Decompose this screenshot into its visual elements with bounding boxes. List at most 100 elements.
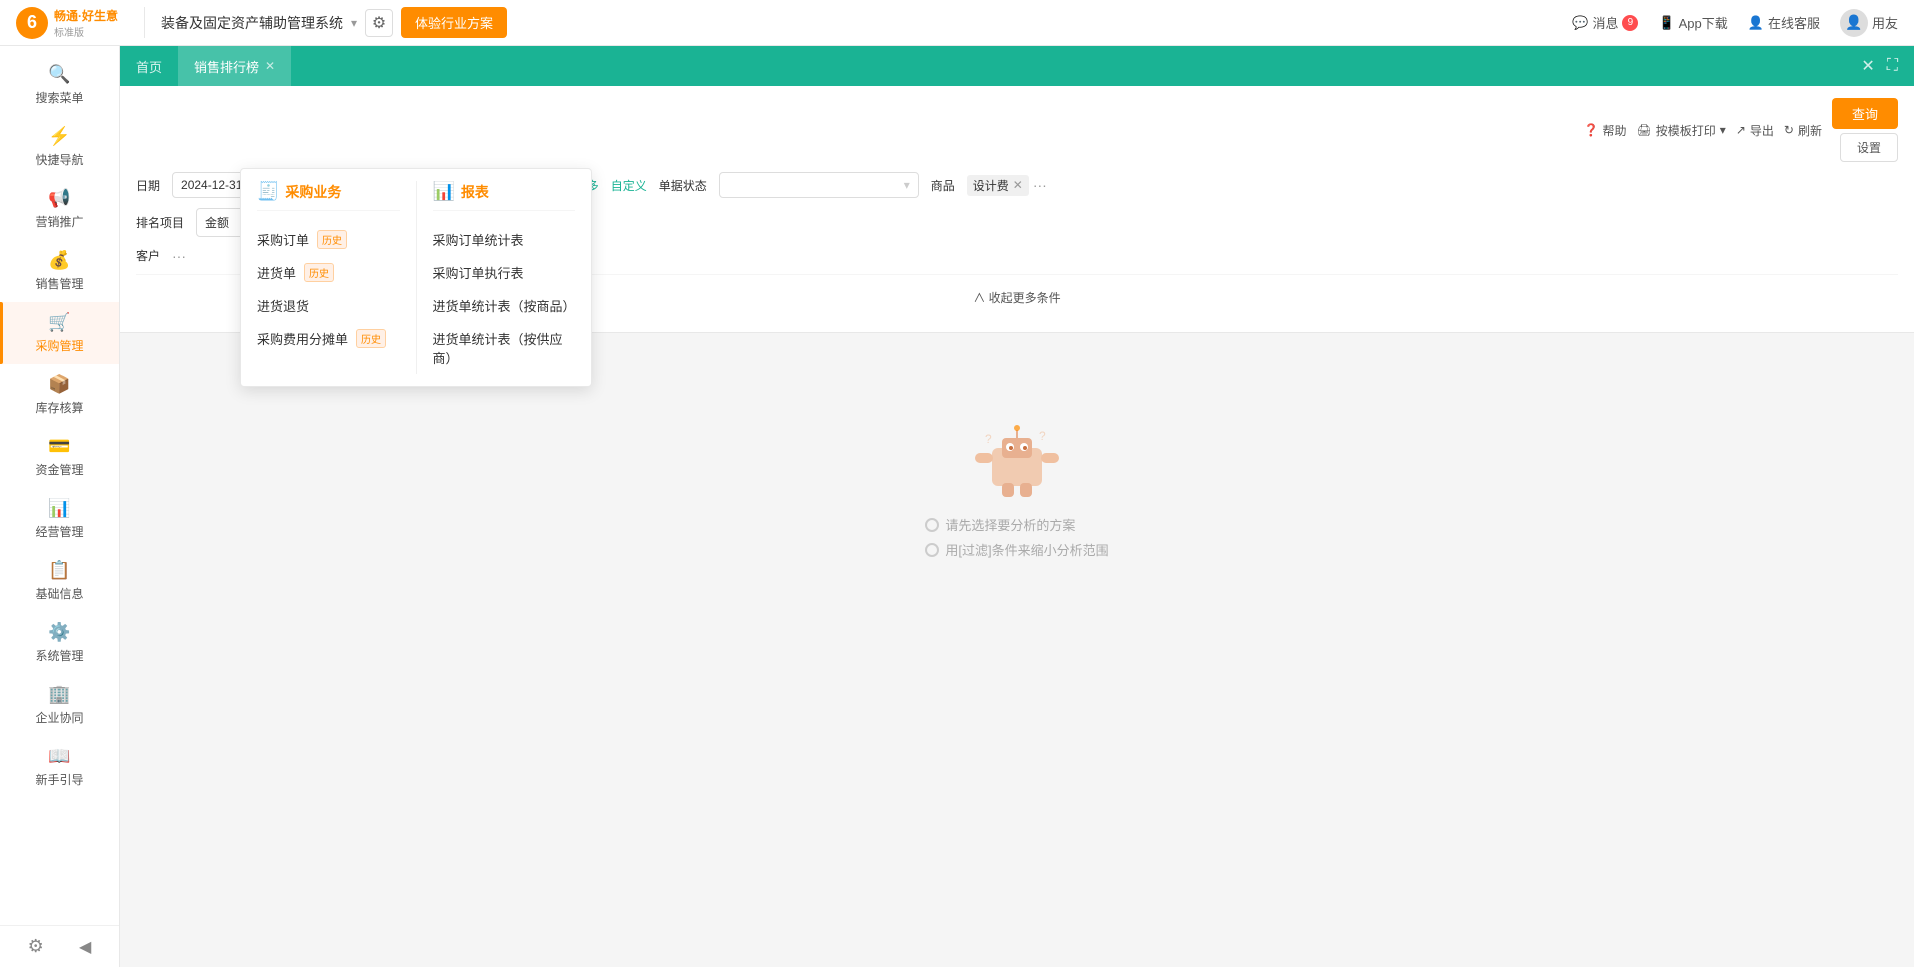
sidebar-item-enterprise[interactable]: 🏢 企业协同 bbox=[0, 674, 119, 736]
history-badge-0: 历史 bbox=[317, 230, 347, 249]
dropdown-item-incoming-stat-goods[interactable]: 进货单统计表（按商品） bbox=[433, 289, 576, 322]
dropdown-item-purchase-expense[interactable]: 采购费用分摊单 历史 bbox=[257, 322, 400, 355]
help-icon: ❓ bbox=[1584, 123, 1599, 137]
help-btn[interactable]: ❓ 帮助 bbox=[1584, 122, 1627, 139]
empty-illustration: ? ? bbox=[957, 413, 1077, 503]
sidebar-item-guide[interactable]: 📖 新手引导 bbox=[0, 736, 119, 798]
guide-icon: 📖 bbox=[48, 746, 70, 767]
tab-bar-close-icon[interactable]: ✕ bbox=[1857, 52, 1878, 80]
tab-bar-right: ✕ ⛶ bbox=[1857, 52, 1914, 80]
message-label: 消息 bbox=[1592, 13, 1618, 32]
empty-hint-1: 请先选择要分析的方案 bbox=[925, 515, 1108, 534]
phone-icon: 📱 bbox=[1658, 15, 1674, 31]
industry-btn[interactable]: 体验行业方案 bbox=[401, 7, 507, 38]
report-col-header: 📊 报表 bbox=[433, 181, 576, 211]
report-col-icon: 📊 bbox=[433, 181, 455, 202]
enterprise-icon: 🏢 bbox=[48, 684, 70, 705]
user-label: 用友 bbox=[1872, 13, 1898, 32]
dropdown-item-incoming-stat-supplier[interactable]: 进货单统计表（按供应商） bbox=[433, 322, 576, 374]
online-service-label: 在线客服 bbox=[1768, 13, 1820, 32]
date-quick-custom[interactable]: 自定义 bbox=[611, 177, 647, 194]
user-avatar: 👤 bbox=[1840, 9, 1868, 37]
purchase-col: 🧾 采购业务 采购订单 历史 进货单 历史 进货退货 bbox=[241, 181, 416, 374]
page-content: ❓ 帮助 🖨 按模板打印 ▾ ↗ 导出 ↻ 刷新 bbox=[120, 86, 1914, 967]
print-dropdown-icon: ▾ bbox=[1720, 123, 1726, 137]
logo-area: 6 畅通·好生意 标准版 bbox=[16, 7, 136, 39]
sidebar-item-system[interactable]: ⚙️ 系统管理 bbox=[0, 612, 119, 674]
dropdown-item-purchase-incoming[interactable]: 进货单 历史 bbox=[257, 256, 400, 289]
message-action[interactable]: 💬 消息 9 bbox=[1572, 13, 1638, 32]
date-label: 日期 bbox=[136, 177, 160, 194]
settings-button[interactable]: 设置 bbox=[1840, 133, 1898, 162]
purchase-col-icon: 🧾 bbox=[257, 181, 279, 202]
system-title: 装备及固定资产辅助管理系统 bbox=[161, 13, 343, 33]
system-dropdown-icon[interactable]: ▾ bbox=[351, 16, 357, 30]
inventory-icon: 📦 bbox=[48, 374, 70, 395]
sidebar-item-inventory[interactable]: 📦 库存核算 bbox=[0, 364, 119, 426]
sidebar: 🔍 搜索菜单 ⚡ 快捷导航 📢 营销推广 💰 销售管理 🛒 采购管理 📦 库存核… bbox=[0, 46, 120, 967]
tab-home[interactable]: 首页 bbox=[120, 46, 178, 86]
hint-dot-1 bbox=[925, 518, 939, 532]
dropdown-item-purchase-return[interactable]: 进货退货 bbox=[257, 289, 400, 322]
system-icon: ⚙️ bbox=[48, 622, 70, 643]
customer-more-dots[interactable]: ··· bbox=[172, 248, 186, 264]
query-button[interactable]: 查询 bbox=[1832, 98, 1898, 129]
dropdown-item-purchase-order-stat[interactable]: 采购订单统计表 bbox=[433, 223, 576, 256]
gear-button[interactable]: ⚙ bbox=[365, 9, 393, 37]
export-btn[interactable]: ↗ 导出 bbox=[1736, 122, 1774, 139]
dropdown-item-purchase-order[interactable]: 采购订单 历史 bbox=[257, 223, 400, 256]
sidebar-bottom: ⚙ ◀ bbox=[0, 925, 119, 967]
sidebar-collapse-icon[interactable]: ◀ bbox=[79, 937, 91, 957]
search-icon: 🔍 bbox=[48, 64, 70, 85]
logo-text: 畅通·好生意 标准版 bbox=[54, 7, 118, 39]
refresh-btn[interactable]: ↻ 刷新 bbox=[1784, 122, 1822, 139]
print-btn[interactable]: 🖨 按模板打印 ▾ bbox=[1637, 122, 1726, 139]
sidebar-item-marketing[interactable]: 📢 营销推广 bbox=[0, 178, 119, 240]
service-icon: 👤 bbox=[1748, 15, 1764, 31]
rank-label: 排名项目 bbox=[136, 214, 184, 231]
user-action[interactable]: 👤 用友 bbox=[1840, 9, 1898, 37]
header-right: 💬 消息 9 📱 App下载 👤 在线客服 👤 用友 bbox=[1572, 9, 1898, 37]
sales-icon: 💰 bbox=[48, 250, 70, 271]
report-col: 📊 报表 采购订单统计表 采购订单执行表 进货单统计表（按商品） 进货单统计表（… bbox=[416, 181, 592, 374]
operations-icon: 📊 bbox=[48, 498, 70, 519]
sidebar-item-quick-nav[interactable]: ⚡ 快捷导航 bbox=[0, 116, 119, 178]
empty-hints: 请先选择要分析的方案 用[过滤]条件来缩小分析范围 bbox=[925, 515, 1108, 565]
app-download-label: App下载 bbox=[1679, 13, 1728, 32]
finance-icon: 💳 bbox=[48, 436, 70, 457]
main-layout: 🔍 搜索菜单 ⚡ 快捷导航 📢 营销推广 💰 销售管理 🛒 采购管理 📦 库存核… bbox=[0, 46, 1914, 967]
tab-bar: 首页 销售排行榜 ✕ ✕ ⛶ bbox=[120, 46, 1914, 86]
dropdown-item-purchase-order-exec[interactable]: 采购订单执行表 bbox=[433, 256, 576, 289]
app-download-action[interactable]: 📱 App下载 bbox=[1658, 13, 1727, 32]
empty-svg: ? ? bbox=[967, 418, 1067, 498]
sidebar-item-sales[interactable]: 💰 销售管理 bbox=[0, 240, 119, 302]
sidebar-item-search[interactable]: 🔍 搜索菜单 bbox=[0, 54, 119, 116]
purchase-dropdown-menu: 🧾 采购业务 采购订单 历史 进货单 历史 进货退货 bbox=[240, 168, 592, 387]
filter-toolbar: ❓ 帮助 🖨 按模板打印 ▾ ↗ 导出 ↻ 刷新 bbox=[136, 98, 1898, 162]
print-icon: 🖨 bbox=[1637, 123, 1652, 137]
marketing-icon: 📢 bbox=[48, 188, 70, 209]
goods-label: 商品 bbox=[931, 177, 955, 194]
sidebar-item-operations[interactable]: 📊 经营管理 bbox=[0, 488, 119, 550]
status-select[interactable]: ▾ bbox=[719, 172, 919, 198]
logo-icon: 6 bbox=[16, 7, 48, 39]
empty-hint-2: 用[过滤]条件来缩小分析范围 bbox=[925, 540, 1108, 559]
goods-tag-close[interactable]: ✕ bbox=[1013, 178, 1023, 192]
tab-sales-rank[interactable]: 销售排行榜 ✕ bbox=[178, 46, 291, 86]
collapse-button[interactable]: ∧ 收起更多条件 bbox=[973, 281, 1060, 314]
goods-more-dots[interactable]: ··· bbox=[1033, 177, 1047, 193]
sidebar-settings-icon[interactable]: ⚙ bbox=[28, 936, 44, 957]
tab-close-icon[interactable]: ✕ bbox=[265, 59, 275, 73]
sidebar-item-purchase[interactable]: 🛒 采购管理 bbox=[0, 302, 119, 364]
hint-dot-2 bbox=[925, 543, 939, 557]
sidebar-item-basic-info[interactable]: 📋 基础信息 bbox=[0, 550, 119, 612]
tab-bar-expand-icon[interactable]: ⛶ bbox=[1883, 53, 1902, 79]
content-area: 首页 销售排行榜 ✕ ✕ ⛶ ❓ 帮助 bbox=[120, 46, 1914, 967]
history-badge-1: 历史 bbox=[304, 263, 334, 282]
sidebar-item-finance[interactable]: 💳 资金管理 bbox=[0, 426, 119, 488]
online-service-action[interactable]: 👤 在线客服 bbox=[1748, 13, 1820, 32]
purchase-icon: 🛒 bbox=[48, 312, 70, 333]
system-title-area: 装备及固定资产辅助管理系统 ▾ ⚙ 体验行业方案 bbox=[144, 7, 1572, 38]
message-badge: 9 bbox=[1622, 15, 1638, 31]
top-header: 6 畅通·好生意 标准版 装备及固定资产辅助管理系统 ▾ ⚙ 体验行业方案 💬 … bbox=[0, 0, 1914, 46]
